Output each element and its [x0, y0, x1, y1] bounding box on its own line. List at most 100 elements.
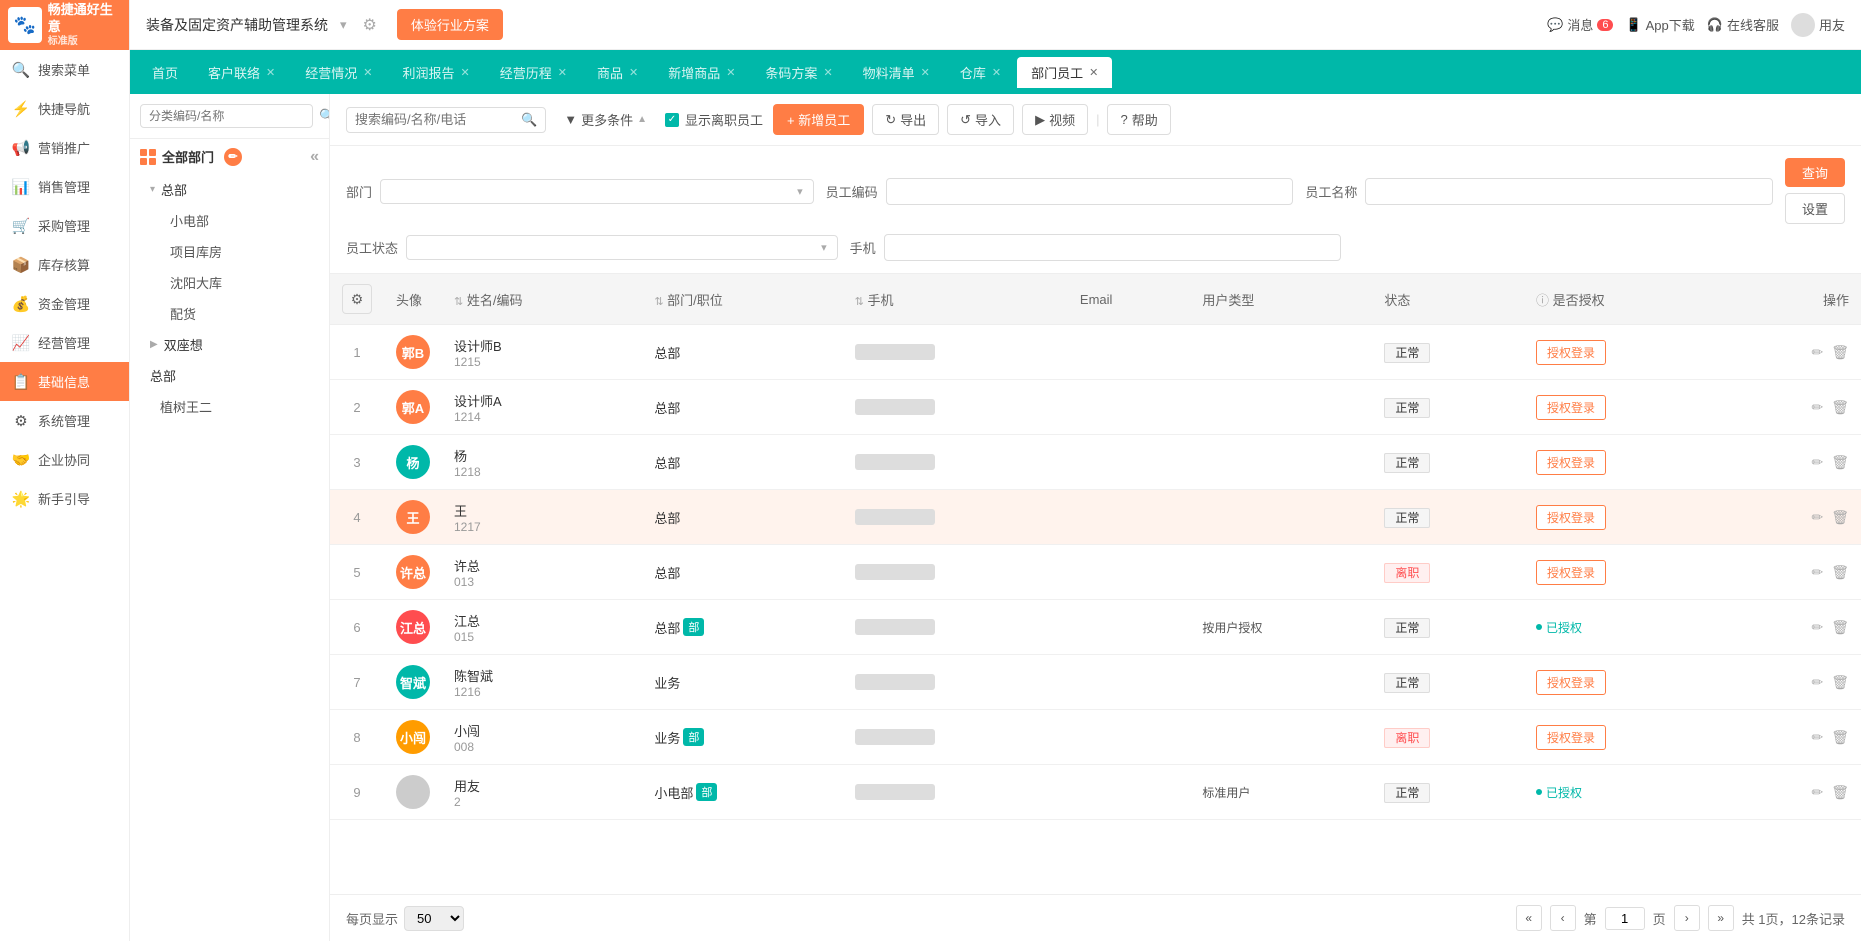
edit-btn[interactable]: ✏ [1811, 674, 1823, 691]
tree-item-distribution[interactable]: 配货 [150, 298, 329, 329]
tab-operation[interactable]: 经营情况 ✕ [291, 57, 386, 88]
tab-close-profit[interactable]: ✕ [461, 66, 470, 79]
sidebar-item-search[interactable]: 🔍 搜索菜单 [0, 50, 129, 89]
sidebar-item-collab[interactable]: 🤝 企业协同 [0, 440, 129, 479]
tree-group-shuangzuo[interactable]: ▶ 双座想 [140, 329, 329, 360]
next-page-btn[interactable]: › [1674, 905, 1700, 931]
auth-btn[interactable]: 授权登录 [1536, 395, 1606, 420]
emp-name-input[interactable] [1365, 178, 1773, 205]
tab-close-new-goods[interactable]: ✕ [726, 66, 735, 79]
tree-search-icon[interactable]: 🔍 [319, 108, 330, 124]
online-service-btn[interactable]: 🎧 在线客服 [1707, 15, 1779, 34]
tree-group-zongbu[interactable]: 总部 [140, 360, 329, 391]
dept-select[interactable]: ▾ [380, 179, 814, 204]
tab-close-barcode[interactable]: ✕ [823, 66, 832, 79]
tree-all-depts-header[interactable]: 全部部门 ✏ « [130, 139, 329, 174]
delete-btn[interactable]: 🗑 [1831, 729, 1849, 746]
tab-employees[interactable]: 部门员工 ✕ [1017, 57, 1112, 88]
edit-btn[interactable]: ✏ [1811, 784, 1823, 801]
tree-item-shenyang[interactable]: 沈阳大库 [150, 267, 329, 298]
tab-profit[interactable]: 利润报告 ✕ [388, 57, 483, 88]
auth-btn[interactable]: 授权登录 [1536, 340, 1606, 365]
export-btn[interactable]: ↻ 导出 [872, 104, 939, 135]
emp-status-select[interactable]: ▾ [406, 235, 838, 260]
edit-btn[interactable]: ✏ [1811, 619, 1823, 636]
first-page-btn[interactable]: « [1516, 905, 1542, 931]
delete-btn[interactable]: 🗑 [1831, 784, 1849, 801]
messages-btn[interactable]: 💬 消息 6 [1547, 15, 1613, 34]
delete-btn[interactable]: 🗑 [1831, 344, 1849, 361]
tab-barcode[interactable]: 条码方案 ✕ [751, 57, 846, 88]
emp-code-input[interactable] [886, 178, 1294, 205]
tree-item-project[interactable]: 项目库房 [150, 236, 329, 267]
per-page-select[interactable]: 50 20 100 [404, 906, 464, 931]
tree-item-zhishu[interactable]: 植树王二 [140, 391, 329, 422]
tree-search-input[interactable] [140, 104, 313, 128]
auth-btn[interactable]: 授权登录 [1536, 505, 1606, 530]
experience-btn[interactable]: 体验行业方案 [397, 9, 503, 40]
tab-close-goods[interactable]: ✕ [629, 66, 638, 79]
employee-search-input[interactable] [355, 112, 515, 127]
edit-btn[interactable]: ✏ [1811, 509, 1823, 526]
tab-home[interactable]: 首页 [138, 57, 192, 88]
tab-close-history[interactable]: ✕ [558, 66, 567, 79]
user-btn[interactable]: 用友 [1791, 13, 1845, 37]
edit-btn[interactable]: ✏ [1811, 344, 1823, 361]
tab-history[interactable]: 经营历程 ✕ [486, 57, 581, 88]
th-dept[interactable]: 部门/职位 [642, 274, 842, 325]
table-settings-icon[interactable]: ⚙ [342, 284, 372, 314]
import-btn[interactable]: ↺ 导入 [947, 104, 1014, 135]
th-phone[interactable]: 手机 [843, 274, 1068, 325]
show-resigned-checkbox[interactable]: ✓ 显示离职员工 [665, 110, 763, 129]
edit-btn[interactable]: ✏ [1811, 454, 1823, 471]
query-btn[interactable]: 查询 [1785, 158, 1845, 187]
sidebar-item-finance[interactable]: 💰 资金管理 [0, 284, 129, 323]
search-icon[interactable]: 🔍 [521, 112, 537, 128]
sidebar-item-sales[interactable]: 📊 销售管理 [0, 167, 129, 206]
auth-btn[interactable]: 授权登录 [1536, 725, 1606, 750]
edit-btn[interactable]: ✏ [1811, 729, 1823, 746]
tab-close-bom[interactable]: ✕ [921, 66, 930, 79]
edit-dept-btn[interactable]: ✏ [224, 148, 242, 166]
tab-close-warehouse[interactable]: ✕ [992, 66, 1001, 79]
page-number-input[interactable] [1605, 907, 1645, 930]
tab-close-operation[interactable]: ✕ [363, 66, 372, 79]
tab-bom[interactable]: 物料清单 ✕ [849, 57, 944, 88]
tab-goods[interactable]: 商品 ✕ [583, 57, 652, 88]
system-title-dropdown-icon[interactable]: ▾ [340, 17, 347, 33]
tab-warehouse[interactable]: 仓库 ✕ [946, 57, 1015, 88]
tab-close-customer[interactable]: ✕ [266, 66, 275, 79]
settings-icon[interactable]: ⚙ [363, 15, 377, 35]
sidebar-item-system[interactable]: ⚙ 系统管理 [0, 401, 129, 440]
edit-btn[interactable]: ✏ [1811, 399, 1823, 416]
auth-btn[interactable]: 授权登录 [1536, 670, 1606, 695]
new-employee-btn[interactable]: + 新增员工 [773, 104, 864, 135]
tree-group-hq[interactable]: ▾ 总部 [140, 174, 329, 205]
app-download-btn[interactable]: 📱 App下载 [1625, 15, 1694, 34]
tab-close-employees[interactable]: ✕ [1089, 66, 1098, 79]
video-btn[interactable]: ▶ 视频 [1022, 104, 1088, 135]
sidebar-item-inventory[interactable]: 📦 库存核算 [0, 245, 129, 284]
sidebar-item-marketing[interactable]: 📢 营销推广 [0, 128, 129, 167]
edit-btn[interactable]: ✏ [1811, 564, 1823, 581]
tab-customer[interactable]: 客户联络 ✕ [194, 57, 289, 88]
prev-page-btn[interactable]: ‹ [1550, 905, 1576, 931]
set-btn[interactable]: 设置 [1785, 193, 1845, 224]
more-filter-btn[interactable]: ▼ 更多条件 ▲ [556, 106, 655, 133]
delete-btn[interactable]: 🗑 [1831, 564, 1849, 581]
sidebar-item-purchase[interactable]: 🛒 采购管理 [0, 206, 129, 245]
delete-btn[interactable]: 🗑 [1831, 674, 1849, 691]
delete-btn[interactable]: 🗑 [1831, 509, 1849, 526]
auth-btn[interactable]: 授权登录 [1536, 560, 1606, 585]
sidebar-item-guide[interactable]: 🌟 新手引导 [0, 479, 129, 518]
phone-input[interactable] [884, 234, 1342, 261]
help-btn[interactable]: ? 帮助 [1107, 104, 1170, 135]
delete-btn[interactable]: 🗑 [1831, 619, 1849, 636]
sidebar-item-operations[interactable]: 📈 经营管理 [0, 323, 129, 362]
delete-btn[interactable]: 🗑 [1831, 399, 1849, 416]
th-settings[interactable]: ⚙ [330, 274, 384, 325]
tree-item-xiaodian[interactable]: 小电部 [150, 205, 329, 236]
th-name[interactable]: 姓名/编码 [442, 274, 642, 325]
tab-new-goods[interactable]: 新增商品 ✕ [654, 57, 749, 88]
tree-collapse-btn[interactable]: « [310, 148, 319, 166]
